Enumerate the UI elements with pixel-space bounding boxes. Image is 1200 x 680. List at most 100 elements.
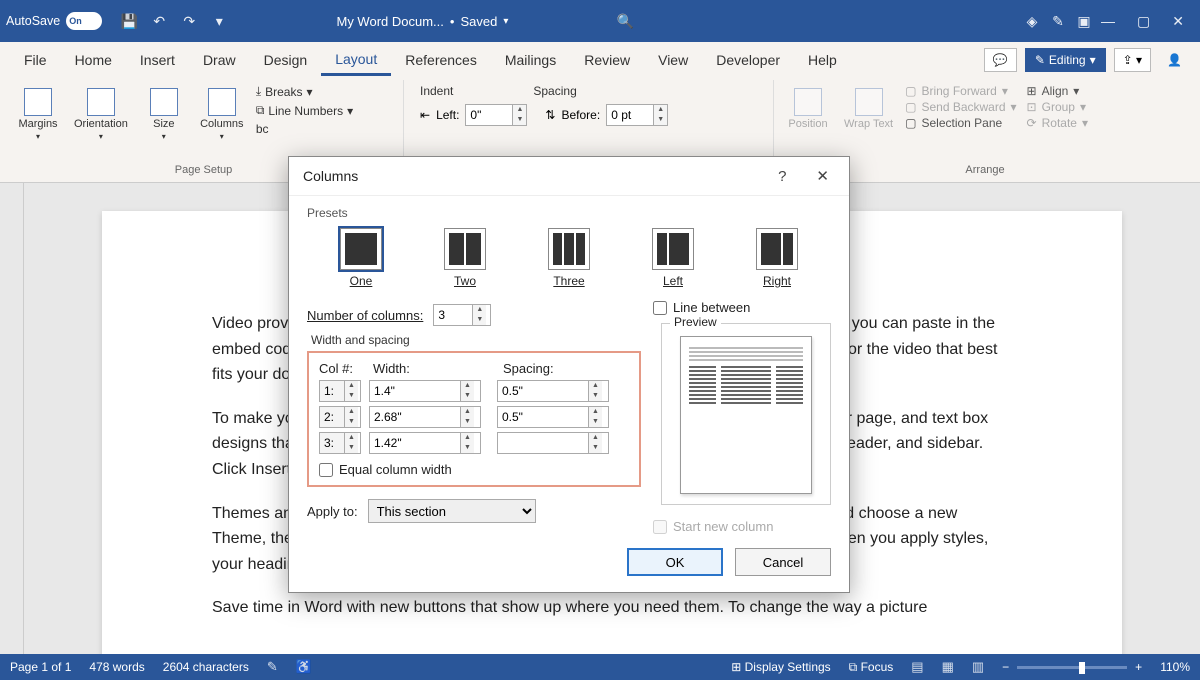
num-columns-label: Number of columns:	[307, 308, 423, 323]
preset-three[interactable]: Three	[548, 228, 590, 288]
line-numbers-button[interactable]: ⧉ Line Numbers ▾	[256, 103, 353, 118]
web-layout-icon[interactable]: ▥	[972, 659, 984, 675]
preview-thumbnail	[680, 336, 812, 494]
window-icon[interactable]: ▣	[1075, 12, 1093, 30]
col1-spacing[interactable]: ▲▼	[497, 380, 609, 402]
col1-num[interactable]: ▲▼	[319, 380, 361, 402]
autosave-toggle[interactable]: AutoSave On	[6, 12, 102, 30]
menu-insert[interactable]: Insert	[126, 46, 189, 74]
status-bar: Page 1 of 1 478 words 2604 characters ✎ …	[0, 654, 1200, 680]
menu-references[interactable]: References	[391, 46, 491, 74]
spacing-label: Spacing	[533, 84, 576, 98]
line-between-checkbox[interactable]: Line between	[653, 300, 831, 315]
num-columns-input[interactable]: ▲▼	[433, 304, 491, 326]
col2-num[interactable]: ▲▼	[319, 406, 361, 428]
comments-button[interactable]: 💬	[984, 48, 1017, 72]
accessibility-icon[interactable]: ♿	[296, 659, 312, 675]
spellcheck-icon[interactable]: ✎	[267, 659, 278, 675]
print-layout-icon[interactable]: ▦	[942, 659, 954, 675]
preset-one[interactable]: One	[340, 228, 382, 288]
size-button[interactable]: Size▾	[136, 82, 192, 162]
ok-button[interactable]: OK	[627, 548, 723, 576]
hyphenation-button[interactable]: bc	[256, 122, 353, 136]
width-header: Width:	[373, 361, 503, 376]
indent-left-input[interactable]: ▲▼	[465, 104, 527, 126]
menu-help[interactable]: Help	[794, 46, 851, 74]
col-num-header: Col #:	[319, 361, 373, 376]
doc-name: My Word Docum...	[336, 14, 443, 29]
zoom-slider[interactable]: −+	[1002, 660, 1142, 674]
menu-file[interactable]: File	[10, 46, 61, 74]
focus-mode[interactable]: ⧉ Focus	[849, 660, 894, 675]
group-button[interactable]: ⊡ Group ▾	[1027, 100, 1088, 114]
account-icon[interactable]: 👤	[1159, 49, 1190, 71]
cancel-button[interactable]: Cancel	[735, 548, 831, 576]
vertical-ruler[interactable]	[0, 183, 24, 654]
dialog-title: Columns	[303, 168, 772, 184]
apply-to-label: Apply to:	[307, 504, 358, 519]
menu-layout[interactable]: Layout	[321, 45, 391, 76]
orientation-button[interactable]: Orientation▾	[68, 82, 134, 162]
menu-draw[interactable]: Draw	[189, 46, 250, 74]
width-spacing-label: Width and spacing	[307, 333, 414, 347]
editing-mode-button[interactable]: ✎ Editing ▾	[1025, 48, 1106, 72]
bring-forward-button[interactable]: ▢ Bring Forward ▾	[905, 84, 1016, 98]
menu-review[interactable]: Review	[570, 46, 644, 74]
wrap-text-button[interactable]: Wrap Text	[838, 82, 899, 162]
dialog-close-icon[interactable]: ✕	[810, 167, 835, 185]
selection-pane-button[interactable]: ▢ Selection Pane	[905, 116, 1016, 130]
col2-width[interactable]: ▲▼	[369, 406, 481, 428]
menu-design[interactable]: Design	[250, 46, 322, 74]
menu-bar: File Home Insert Draw Design Layout Refe…	[0, 42, 1200, 78]
document-title[interactable]: My Word Docum... • Saved ▾	[236, 14, 608, 29]
word-count[interactable]: 478 words	[89, 660, 144, 674]
minimize-icon[interactable]: —	[1101, 13, 1115, 29]
col1-width[interactable]: ▲▼	[369, 380, 481, 402]
position-button[interactable]: Position	[780, 82, 836, 162]
start-new-column-checkbox: Start new column	[653, 519, 831, 534]
columns-dialog: Columns ? ✕ Presets One Two Three Left R…	[288, 156, 850, 593]
pen-icon[interactable]: ✎	[1049, 12, 1067, 30]
preview-group: Preview	[661, 323, 831, 505]
read-mode-icon[interactable]: ▤	[911, 659, 923, 675]
help-icon[interactable]: ?	[772, 168, 792, 185]
rotate-button[interactable]: ⟳ Rotate ▾	[1027, 116, 1088, 130]
page-count[interactable]: Page 1 of 1	[10, 660, 71, 674]
paragraph: Save time in Word with new buttons that …	[212, 595, 1012, 621]
save-status: Saved	[460, 14, 497, 29]
search-icon[interactable]: 🔍	[617, 12, 635, 30]
align-button[interactable]: ⊞ Align ▾	[1027, 84, 1088, 98]
width-spacing-group: Col #: Width: Spacing: ▲▼ ▲▼ ▲▼ ▲▼ ▲▼	[307, 351, 641, 487]
display-settings[interactable]: ⊞ Display Settings	[731, 660, 830, 674]
share-button[interactable]: ⇪ ▾	[1114, 48, 1151, 72]
margins-button[interactable]: Margins▾	[10, 82, 66, 162]
col2-spacing[interactable]: ▲▼	[497, 406, 609, 428]
menu-view[interactable]: View	[644, 46, 702, 74]
menu-developer[interactable]: Developer	[702, 46, 794, 74]
send-backward-button[interactable]: ▢ Send Backward ▾	[905, 100, 1016, 114]
preset-left[interactable]: Left	[652, 228, 694, 288]
zoom-level[interactable]: 110%	[1160, 660, 1190, 674]
char-count[interactable]: 2604 characters	[163, 660, 249, 674]
chevron-down-icon: ▾	[503, 16, 508, 27]
qat-dropdown-icon[interactable]: ▾	[210, 12, 228, 30]
preset-right[interactable]: Right	[756, 228, 798, 288]
autosave-on: On	[69, 16, 82, 26]
apply-to-select[interactable]: This section	[368, 499, 536, 523]
spacing-before-input[interactable]: ▲▼	[606, 104, 668, 126]
maximize-icon[interactable]: ▢	[1137, 13, 1150, 30]
preset-two[interactable]: Two	[444, 228, 486, 288]
undo-icon[interactable]: ↶	[150, 12, 168, 30]
equal-width-checkbox[interactable]: Equal column width	[319, 462, 629, 477]
col3-width[interactable]: ▲▼	[369, 432, 481, 454]
save-icon[interactable]: 💾	[120, 12, 138, 30]
menu-mailings[interactable]: Mailings	[491, 46, 570, 74]
close-icon[interactable]: ✕	[1172, 13, 1184, 30]
redo-icon[interactable]: ↷	[180, 12, 198, 30]
menu-home[interactable]: Home	[61, 46, 126, 74]
columns-button[interactable]: Columns▾	[194, 82, 250, 162]
col3-spacing[interactable]: ▲▼	[497, 432, 609, 454]
diamond-icon[interactable]: ◈	[1023, 12, 1041, 30]
col3-num[interactable]: ▲▼	[319, 432, 361, 454]
breaks-button[interactable]: ⤓ Breaks ▾	[256, 84, 353, 99]
